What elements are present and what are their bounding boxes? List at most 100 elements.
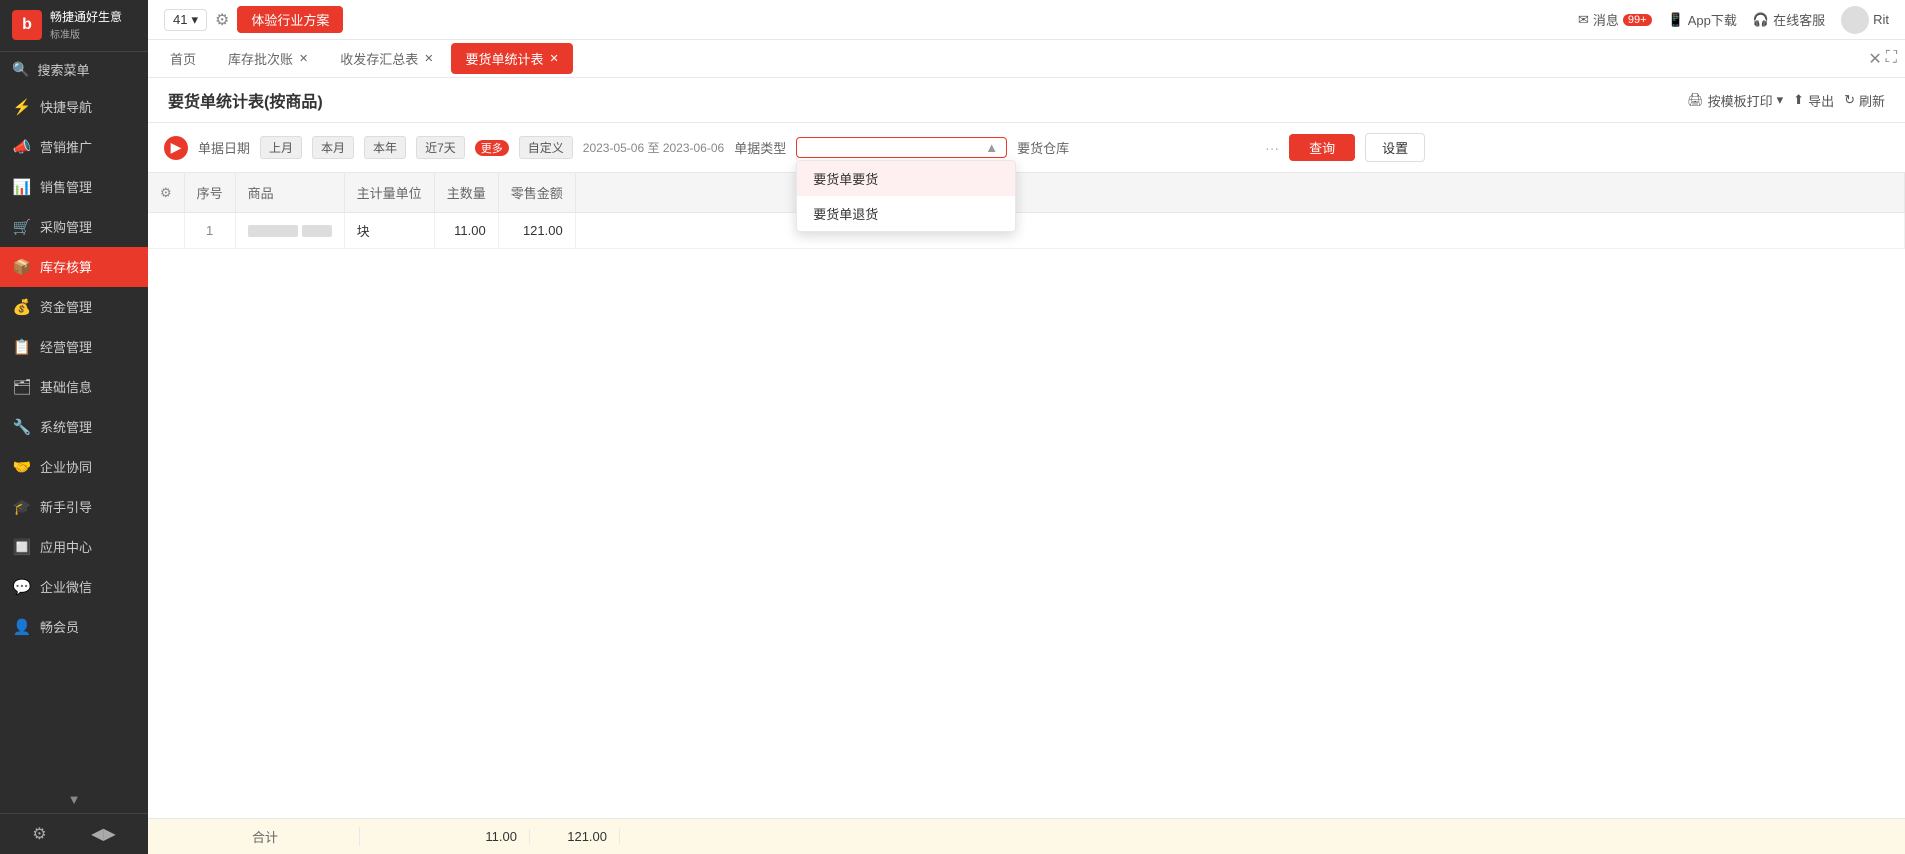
message-button[interactable]: ✉ 消息 99+ [1578,10,1652,29]
tab-order-stats-close[interactable]: ✕ [550,52,559,65]
chevron-down-icon: ▾ [191,12,198,28]
col-extra [575,173,1904,213]
this-month-button[interactable]: 本月 [312,136,354,159]
tab-close-all-icon[interactable]: ✕ [1868,49,1881,69]
sidebar-item-system[interactable]: 🔧 系统管理 [0,407,148,447]
tab-bar: 首页 库存批次账 ✕ 收发存汇总表 ✕ 要货单统计表 ✕ ✕ ⛶ [148,40,1905,78]
main-content: 41 ▾ ⚙ 体验行业方案 ✉ 消息 99+ 📱 App下载 🎧 在 [148,0,1905,854]
table-footer: 合计 11.00 121.00 [148,818,1905,854]
sidebar-logo: b 畅捷通好生意 标准版 [0,0,148,52]
store-selector[interactable]: 41 ▾ [164,9,207,31]
collapse-icon[interactable]: ◀▶ [91,824,116,844]
type-caret-icon[interactable]: ▲ [985,140,998,155]
tab-recv-summary[interactable]: 收发存汇总表 ✕ [326,43,447,74]
member-icon: 👤 [12,617,32,637]
type-label: 单据类型 [734,138,786,157]
search-menu-button[interactable]: 🔍 搜索菜单 [0,52,148,87]
warehouse-label: 要货仓库 [1017,138,1069,157]
sidebar-item-app-center[interactable]: 🔲 应用中心 [0,527,148,567]
sidebar-item-label-finance: 资金管理 [40,297,92,316]
tab-recv-summary-close[interactable]: ✕ [424,52,433,65]
print-button[interactable]: 🖨 按模板打印 ▾ [1687,91,1783,110]
tab-maximize-icon[interactable]: ⛶ [1886,49,1897,69]
sidebar-item-label-sales: 销售管理 [40,177,92,196]
export-button[interactable]: ⬆ 导出 [1793,91,1834,110]
type-input-field[interactable] [805,140,985,155]
sidebar-item-purchase[interactable]: 🛒 采购管理 [0,207,148,247]
enterprise-icon: 🤝 [12,457,32,477]
warehouse-more-icon[interactable]: ··· [1265,140,1279,156]
tab-stock-batch-close[interactable]: ✕ [299,52,308,65]
store-settings-icon[interactable]: ⚙ [215,10,229,30]
this-year-button[interactable]: 本年 [364,136,406,159]
sidebar-item-quick-nav[interactable]: ⚡ 快捷导航 [0,87,148,127]
table-wrapper[interactable]: ⚙ 序号 商品 主计量单位 主数量 零售金额 1 [148,173,1905,818]
col-product: 商品 [235,173,344,213]
quick-nav-icon: ⚡ [12,97,32,117]
tab-home-label: 首页 [170,49,196,68]
app-download-button[interactable]: 📱 App下载 [1668,10,1737,29]
export-icon: ⬆ [1793,92,1804,108]
type-input[interactable]: ▲ [796,137,1007,158]
sidebar-item-label-enterprise: 企业协同 [40,457,92,476]
sidebar-item-label-system: 系统管理 [40,417,92,436]
row-checkbox[interactable] [148,213,184,249]
sidebar-item-guide[interactable]: 🎓 新手引导 [0,487,148,527]
sidebar-item-label-marketing: 营销推广 [40,137,92,156]
company-name: 畅捷通好生意 [50,10,122,26]
query-button[interactable]: 查询 [1289,134,1355,161]
filter-settings-button[interactable]: 设置 [1365,133,1425,162]
page-title: 要货单统计表(按商品) [168,88,323,112]
sidebar-item-label-operation: 经营管理 [40,337,92,356]
sidebar-item-marketing[interactable]: 📣 营销推广 [0,127,148,167]
table-row: 1 块 11.00 121.00 [148,213,1905,249]
basic-icon: 🗂 [12,377,32,397]
sidebar-item-label-member: 畅会员 [40,617,79,636]
last-month-button[interactable]: 上月 [260,136,302,159]
sidebar-item-label-app-center: 应用中心 [40,537,92,556]
custom-date-button[interactable]: 自定义 [519,136,573,159]
trial-button[interactable]: 体验行业方案 [237,6,343,33]
tab-order-stats[interactable]: 要货单统计表 ✕ [451,43,572,74]
data-table: ⚙ 序号 商品 主计量单位 主数量 零售金额 1 [148,173,1905,249]
refresh-button[interactable]: ↻ 刷新 [1844,91,1885,110]
sidebar-item-basic[interactable]: 🗂 基础信息 [0,367,148,407]
stock-icon: 📦 [12,257,32,277]
tab-expand-area: ✕ ⛶ [1868,49,1897,69]
user-profile[interactable]: Rit [1841,6,1889,34]
filter-expand-button[interactable]: ▶ [164,136,188,160]
online-service-button[interactable]: 🎧 在线客服 [1753,10,1825,29]
warehouse-input[interactable] [1079,140,1255,155]
col-unit: 主计量单位 [344,173,434,213]
wechat-icon: 💬 [12,577,32,597]
edition-label: 标准版 [50,26,122,41]
export-label: 导出 [1808,91,1834,110]
date-label: 单据日期 [198,138,250,157]
sidebar-item-operation[interactable]: 📋 经营管理 [0,327,148,367]
sidebar-item-finance[interactable]: 💰 资金管理 [0,287,148,327]
page-header: 要货单统计表(按商品) 🖨 按模板打印 ▾ ⬆ 导出 ↻ 刷新 [148,78,1905,123]
sidebar-scroll-down[interactable]: ▼ [0,786,148,813]
dropdown-item-order-return[interactable]: 要货单退货 [797,196,1015,231]
sidebar-item-sales[interactable]: 📊 销售管理 [0,167,148,207]
sidebar-item-wechat[interactable]: 💬 企业微信 [0,567,148,607]
last-7-days-button[interactable]: 近7天 [416,136,465,159]
row-quantity: 11.00 [434,213,498,249]
sidebar-item-enterprise[interactable]: 🤝 企业协同 [0,447,148,487]
footer-amount: 121.00 [530,829,620,844]
sidebar-item-member[interactable]: 👤 畅会员 [0,607,148,647]
col-settings[interactable]: ⚙ [148,173,184,213]
settings-icon[interactable]: ⚙ [32,824,46,844]
guide-icon: 🎓 [12,497,32,517]
tab-stock-batch[interactable]: 库存批次账 ✕ [214,43,322,74]
sidebar-item-stock[interactable]: 📦 库存核算 [0,247,148,287]
tab-home[interactable]: 首页 [156,43,210,74]
row-index: 1 [184,213,235,249]
dropdown-item-order-goods[interactable]: 要货单要货 [797,161,1015,196]
sidebar-nav: ⚡ 快捷导航 📣 营销推广 📊 销售管理 🛒 采购管理 📦 库存核算 💰 资金管… [0,87,148,786]
col-quantity: 主数量 [434,173,498,213]
col-index: 序号 [184,173,235,213]
date-range-text: 2023-05-06 至 2023-06-06 [583,139,724,156]
tab-order-stats-label: 要货单统计表 [465,49,543,68]
date-more-badge[interactable]: 更多 [475,140,509,156]
